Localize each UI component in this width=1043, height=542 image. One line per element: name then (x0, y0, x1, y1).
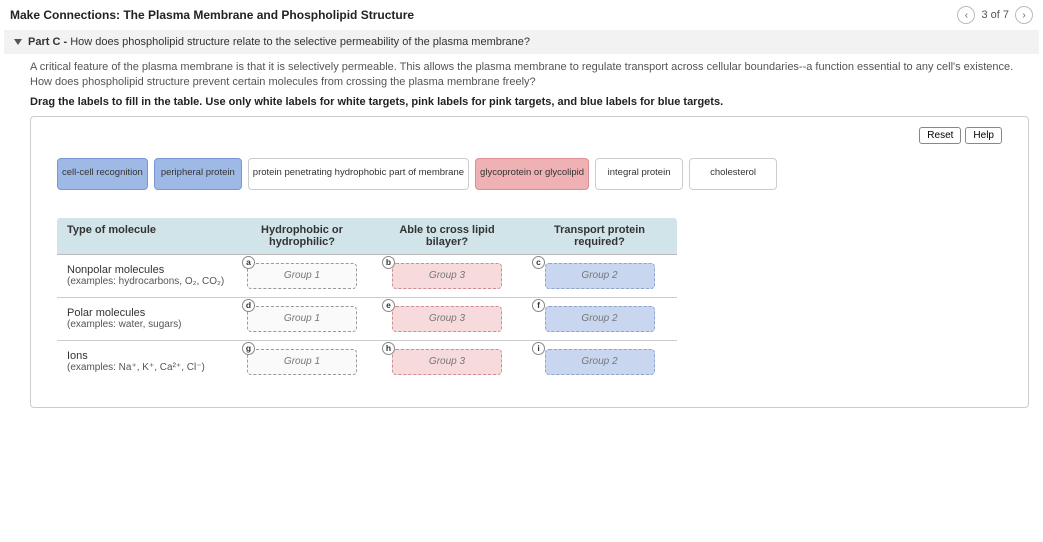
label-glycoprotein[interactable]: glycoprotein or glycolipid (475, 158, 589, 190)
tag-e: e (382, 299, 395, 312)
target-g[interactable]: Group 1 (247, 349, 357, 375)
pager: ‹ 3 of 7 › (957, 6, 1033, 24)
table-row: Polar molecules (examples: water, sugars… (57, 298, 677, 341)
label-cell-recognition[interactable]: cell-cell recognition (57, 158, 148, 190)
page-title: Make Connections: The Plasma Membrane an… (10, 8, 414, 22)
part-question: How does phospholipid structure relate t… (70, 36, 530, 48)
label-cholesterol[interactable]: cholesterol (689, 158, 777, 190)
reset-button[interactable]: Reset (919, 127, 961, 144)
part-header[interactable]: Part C - How does phospholipid structure… (4, 30, 1039, 54)
next-button[interactable]: › (1015, 6, 1033, 24)
tag-f: f (532, 299, 545, 312)
row-label-ions: Ions (examples: Na⁺, K⁺, Ca²⁺, Cl⁻) (57, 350, 232, 373)
instruction-text: Drag the labels to fill in the table. Us… (30, 96, 1029, 108)
label-bank: cell-cell recognition peripheral protein… (57, 158, 1002, 190)
tag-a: a (242, 256, 255, 269)
work-area: Reset Help cell-cell recognition periphe… (30, 116, 1029, 408)
target-h[interactable]: Group 3 (392, 349, 502, 375)
row-label-polar: Polar molecules (examples: water, sugars… (57, 307, 232, 330)
part-label: Part C (28, 36, 60, 48)
th-cross: Able to cross lipid bilayer? (372, 218, 522, 255)
target-e[interactable]: Group 3 (392, 306, 502, 332)
label-peripheral-protein[interactable]: peripheral protein (154, 158, 242, 190)
row-label-nonpolar: Nonpolar molecules (examples: hydrocarbo… (57, 264, 232, 287)
part-text: Part C - How does phospholipid structure… (28, 36, 530, 48)
tag-c: c (532, 256, 545, 269)
help-button[interactable]: Help (965, 127, 1002, 144)
page-counter: 3 of 7 (981, 9, 1009, 21)
tag-b: b (382, 256, 395, 269)
tag-i: i (532, 342, 545, 355)
answer-table: Type of molecule Hydrophobic or hydrophi… (57, 218, 677, 383)
prev-button[interactable]: ‹ (957, 6, 975, 24)
target-c[interactable]: Group 2 (545, 263, 655, 289)
target-b[interactable]: Group 3 (392, 263, 502, 289)
tag-h: h (382, 342, 395, 355)
th-type: Type of molecule (57, 218, 232, 255)
target-i[interactable]: Group 2 (545, 349, 655, 375)
table-row: Ions (examples: Na⁺, K⁺, Ca²⁺, Cl⁻) gGro… (57, 341, 677, 383)
label-protein-penetrating[interactable]: protein penetrating hydrophobic part of … (248, 158, 469, 190)
target-d[interactable]: Group 1 (247, 306, 357, 332)
tag-g: g (242, 342, 255, 355)
th-hydro: Hydrophobic or hydrophilic? (232, 218, 372, 255)
th-transport: Transport protein required? (522, 218, 677, 255)
target-a[interactable]: Group 1 (247, 263, 357, 289)
intro-text: A critical feature of the plasma membran… (30, 60, 1029, 90)
target-f[interactable]: Group 2 (545, 306, 655, 332)
tag-d: d (242, 299, 255, 312)
label-integral-protein[interactable]: integral protein (595, 158, 683, 190)
table-row: Nonpolar molecules (examples: hydrocarbo… (57, 255, 677, 298)
collapse-icon (14, 39, 22, 45)
